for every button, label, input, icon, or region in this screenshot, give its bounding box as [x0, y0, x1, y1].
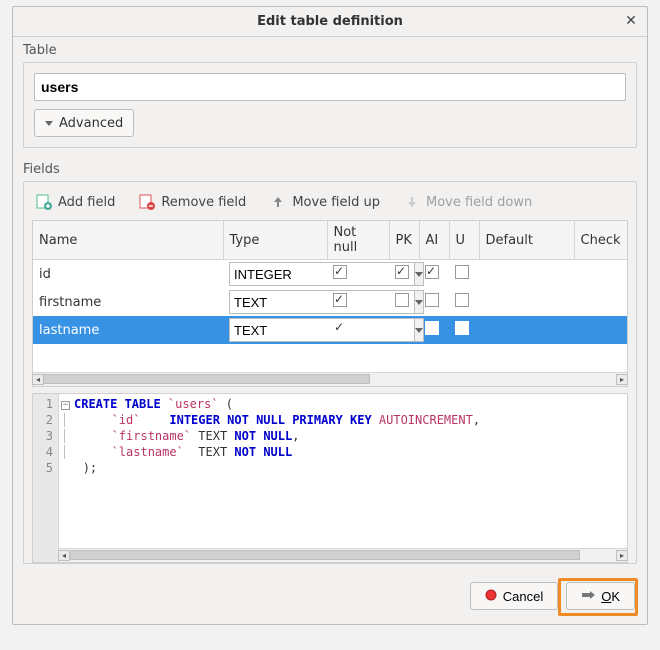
- sql-preview: 12345 −CREATE TABLE `users` ( │ `id` INT…: [32, 393, 628, 563]
- col-ai[interactable]: AI: [419, 221, 449, 260]
- sql-gutter: 12345: [33, 394, 59, 562]
- titlebar: Edit table definition ✕: [13, 7, 647, 37]
- fields-section: Fields Add field Remove field: [13, 156, 647, 572]
- move-field-down-button: Move field down: [404, 194, 532, 210]
- arrow-down-icon: [404, 194, 420, 210]
- sql-hscroll[interactable]: ◂ ▸: [59, 548, 627, 562]
- field-type-input[interactable]: [229, 262, 414, 286]
- cancel-icon: [485, 589, 497, 604]
- pk-checkbox[interactable]: [395, 321, 409, 335]
- table-section: Table Advanced: [13, 37, 647, 156]
- fields-table-wrap: Name Type Not null PK AI U Default Check…: [32, 220, 628, 387]
- chevron-down-icon: [45, 121, 53, 126]
- col-type[interactable]: Type: [223, 221, 327, 260]
- fold-icon[interactable]: −: [61, 401, 70, 410]
- table-group-label: Table: [23, 43, 637, 58]
- fields-group-frame: Add field Remove field Move field up: [23, 181, 637, 564]
- notnull-checkbox[interactable]: [333, 265, 347, 279]
- col-u[interactable]: U: [449, 221, 479, 260]
- cancel-button[interactable]: Cancel: [470, 582, 558, 610]
- scroll-right-icon[interactable]: ▸: [616, 550, 628, 561]
- dialog-title: Edit table definition: [257, 14, 403, 29]
- dialog-footer: Cancel OK: [13, 572, 647, 624]
- scroll-thumb[interactable]: [69, 550, 580, 560]
- table-row[interactable]: firstname: [33, 288, 627, 316]
- table-row[interactable]: lastname: [33, 316, 627, 344]
- fields-toolbar: Add field Remove field Move field up: [32, 190, 628, 220]
- advanced-button[interactable]: Advanced: [34, 109, 134, 137]
- remove-field-button[interactable]: Remove field: [139, 194, 246, 210]
- move-field-up-button[interactable]: Move field up: [270, 194, 380, 210]
- u-checkbox[interactable]: [455, 293, 469, 307]
- close-icon[interactable]: ✕: [623, 13, 639, 29]
- notnull-checkbox[interactable]: [333, 321, 347, 335]
- col-default[interactable]: Default: [479, 221, 574, 260]
- ai-checkbox[interactable]: [425, 321, 439, 335]
- ok-icon: [581, 589, 595, 604]
- notnull-checkbox[interactable]: [333, 293, 347, 307]
- col-notnull[interactable]: Not null: [327, 221, 389, 260]
- col-name[interactable]: Name: [33, 221, 223, 260]
- field-type-dropdown[interactable]: [414, 290, 424, 314]
- add-field-button[interactable]: Add field: [36, 194, 115, 210]
- field-type-dropdown[interactable]: [414, 262, 424, 286]
- field-name: lastname: [39, 323, 99, 338]
- fields-table: Name Type Not null PK AI U Default Check…: [33, 221, 627, 372]
- arrow-up-icon: [270, 194, 286, 210]
- u-checkbox[interactable]: [455, 265, 469, 279]
- table-row[interactable]: id: [33, 260, 627, 289]
- pk-checkbox[interactable]: [395, 265, 409, 279]
- scroll-right-icon[interactable]: ▸: [616, 374, 628, 385]
- ok-button[interactable]: OK: [566, 582, 635, 610]
- field-name: firstname: [39, 295, 101, 310]
- fields-hscroll[interactable]: ◂ ▸: [33, 372, 627, 386]
- scroll-thumb[interactable]: [43, 374, 370, 384]
- ai-checkbox[interactable]: [425, 265, 439, 279]
- field-type-input[interactable]: [229, 318, 414, 342]
- field-type-input[interactable]: [229, 290, 414, 314]
- edit-table-dialog: Edit table definition ✕ Table Advanced F…: [12, 6, 648, 625]
- sql-code[interactable]: −CREATE TABLE `users` ( │ `id` INTEGER N…: [59, 394, 480, 562]
- table-group-frame: Advanced: [23, 62, 637, 148]
- add-field-icon: [36, 194, 52, 210]
- fields-group-label: Fields: [23, 162, 637, 177]
- table-name-input[interactable]: [34, 73, 626, 101]
- u-checkbox[interactable]: [455, 321, 469, 335]
- field-name: id: [39, 267, 51, 282]
- pk-checkbox[interactable]: [395, 293, 409, 307]
- ai-checkbox[interactable]: [425, 293, 439, 307]
- advanced-label: Advanced: [59, 116, 123, 131]
- col-check[interactable]: Check: [574, 221, 627, 260]
- remove-field-icon: [139, 194, 155, 210]
- col-pk[interactable]: PK: [389, 221, 419, 260]
- field-type-dropdown[interactable]: [414, 318, 424, 342]
